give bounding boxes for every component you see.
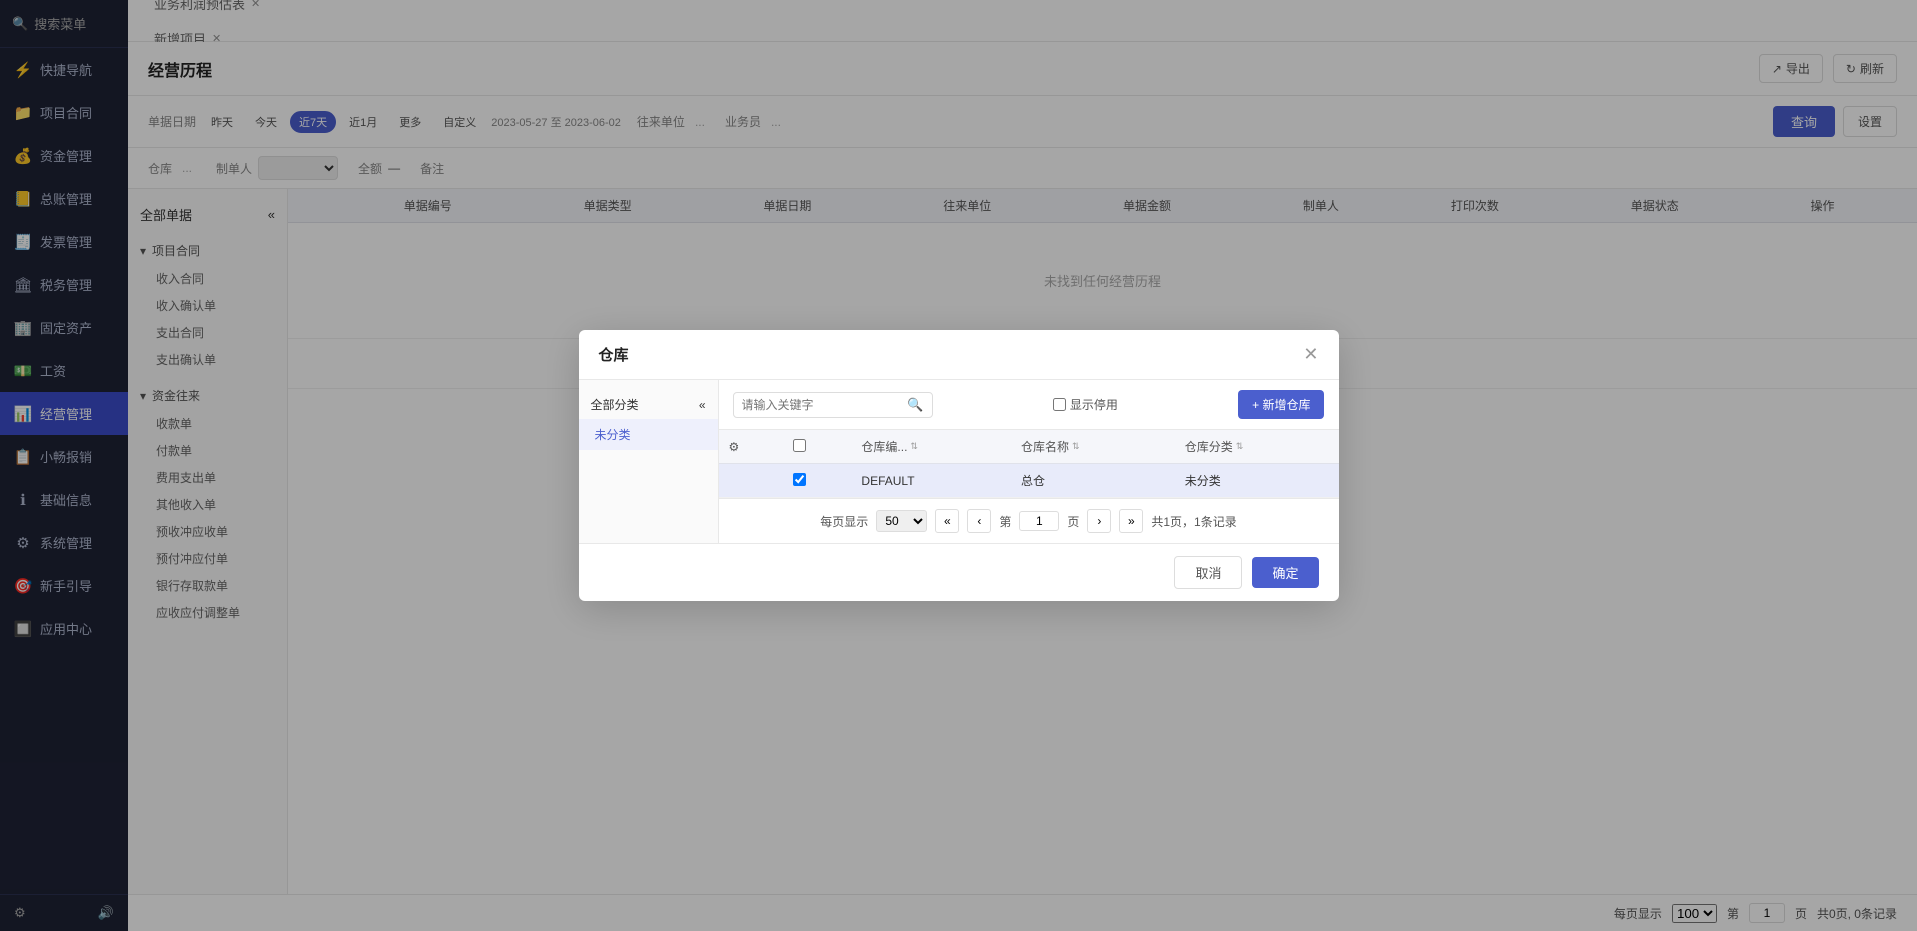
search-icon: 🔍 [907, 397, 923, 413]
warehouse-table: ⚙ 仓库编... ⇅ 仓库名称 ⇅ 仓库分类 ⇅ DEFAULT 总仓 未分类 [719, 430, 1339, 498]
dialog-page-input[interactable] [1019, 511, 1059, 531]
show-disabled-label: 显示停用 [1070, 396, 1118, 413]
modal-overlay: 仓库 ✕ 全部分类 « 未分类 🔍 [0, 0, 1917, 931]
search-input[interactable] [742, 398, 902, 412]
left-collapse-icon[interactable]: « [699, 398, 706, 412]
dialog-col-仓库分类: 仓库分类 ⇅ [1175, 430, 1339, 464]
dialog-col-仓库编...: 仓库编... ⇅ [851, 430, 1011, 464]
disabled-checkbox-input[interactable] [1053, 398, 1066, 411]
search-container: 🔍 [733, 392, 933, 418]
show-disabled-checkbox[interactable]: 显示停用 [1053, 396, 1118, 413]
gear-icon[interactable]: ⚙ [729, 440, 740, 454]
page-suffix-dialog: 页 [1067, 513, 1079, 530]
dialog-left-panel: 全部分类 « 未分类 [579, 380, 719, 543]
dialog-close-button[interactable]: ✕ [1303, 344, 1318, 365]
sort-icon: 仓库名称 ⇅ [1021, 438, 1080, 455]
dialog-header: 仓库 ✕ [579, 330, 1339, 380]
prev-page-button[interactable]: ‹ [967, 509, 991, 533]
dialog-pagination: 每页显示 50 20 100 « ‹ 第 页 › » 共1页，1条记录 [719, 498, 1339, 543]
dialog-col-仓库名称: 仓库名称 ⇅ [1011, 430, 1175, 464]
row-check-1[interactable] [793, 473, 806, 486]
dialog-total-label: 共1页，1条记录 [1151, 513, 1236, 530]
sort-icon: 仓库编... ⇅ [861, 438, 918, 455]
dialog-right-panel: 🔍 显示停用 + 新增仓库 ⚙ 仓库编... ⇅ 仓库名称 ⇅ 仓库分类 ⇅ [719, 380, 1339, 543]
confirm-button[interactable]: 确定 [1252, 557, 1318, 588]
row-checkbox[interactable] [783, 464, 852, 498]
warehouse-table-header: ⚙ 仓库编... ⇅ 仓库名称 ⇅ 仓库分类 ⇅ [719, 430, 1339, 464]
warehouse-table-body: DEFAULT 总仓 未分类 [719, 464, 1339, 498]
row-name: 总仓 [1011, 464, 1175, 498]
warehouse-row-1[interactable]: DEFAULT 总仓 未分类 [719, 464, 1339, 498]
dialog-table: ⚙ 仓库编... ⇅ 仓库名称 ⇅ 仓库分类 ⇅ DEFAULT 总仓 未分类 [719, 430, 1339, 498]
select-all-checkbox[interactable] [793, 439, 806, 452]
dialog-footer: 取消 确定 [579, 543, 1339, 601]
sort-icon: 仓库分类 ⇅ [1185, 438, 1244, 455]
cancel-button[interactable]: 取消 [1174, 556, 1242, 589]
page-prefix: 第 [999, 513, 1011, 530]
next-page-button[interactable]: › [1087, 509, 1111, 533]
dialog-col- [783, 430, 852, 464]
warehouse-dialog: 仓库 ✕ 全部分类 « 未分类 🔍 [579, 330, 1339, 601]
last-page-button[interactable]: » [1119, 509, 1143, 533]
dialog-col-⚙: ⚙ [719, 430, 783, 464]
dialog-per-page-select[interactable]: 50 20 100 [876, 510, 927, 532]
dialog-body: 全部分类 « 未分类 🔍 显示停用 + 新增仓库 [579, 380, 1339, 543]
all-categories-label: 全部分类 [591, 396, 639, 413]
row-category: 未分类 [1175, 464, 1339, 498]
first-page-button[interactable]: « [935, 509, 959, 533]
row-code: DEFAULT [851, 464, 1011, 498]
dialog-left-header[interactable]: 全部分类 « [579, 390, 718, 419]
dialog-title: 仓库 [599, 344, 629, 365]
dialog-left-item-uncategorized[interactable]: 未分类 [579, 419, 718, 450]
dialog-left-items: 未分类 [579, 419, 718, 450]
row-settings [719, 464, 783, 498]
add-warehouse-button[interactable]: + 新增仓库 [1238, 390, 1324, 419]
dialog-per-page-label: 每页显示 [820, 513, 868, 530]
dialog-toolbar: 🔍 显示停用 + 新增仓库 [719, 380, 1339, 430]
